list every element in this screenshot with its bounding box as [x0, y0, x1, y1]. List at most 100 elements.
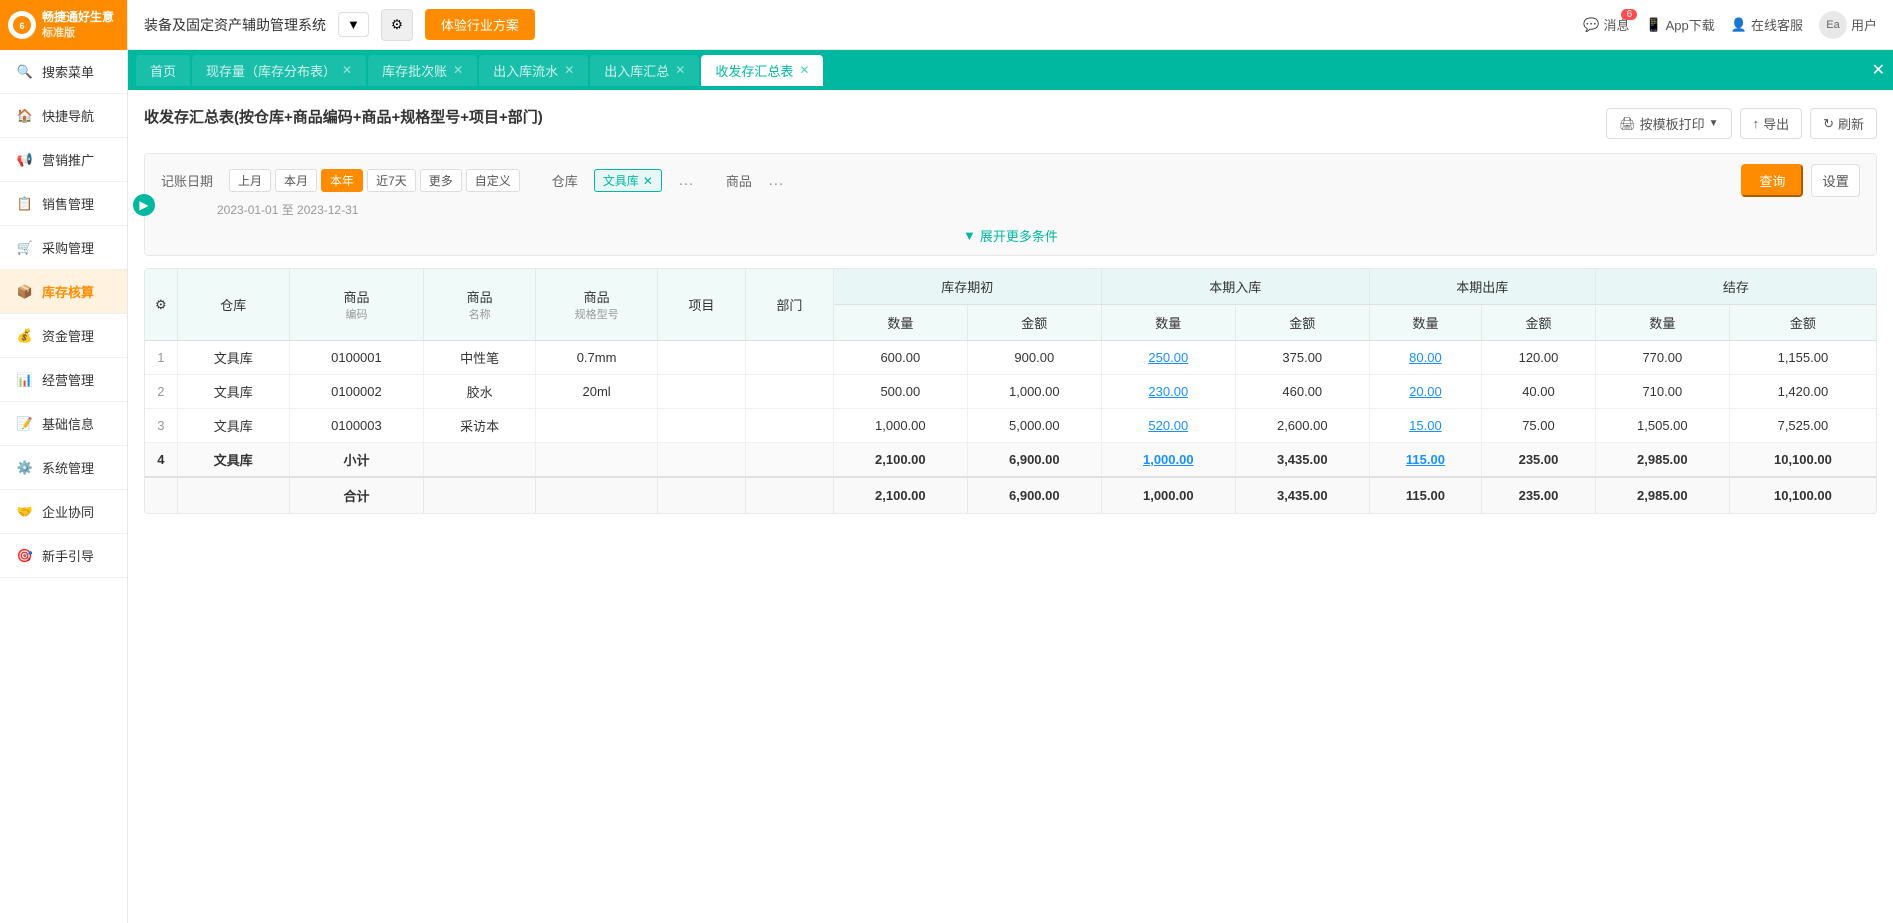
th-opening-qty: 数量: [833, 305, 967, 341]
total-opening-qty: 2,100.00: [833, 477, 967, 513]
sidebar-item-quick-nav[interactable]: 🏠 快捷导航: [0, 94, 127, 138]
total-label: 合计: [289, 477, 423, 513]
sidebar-item-system[interactable]: ⚙️ 系统管理: [0, 446, 127, 490]
app-title: 装备及固定资产辅助管理系统: [144, 15, 326, 35]
table-row: 1 文具库 0100001 中性笔 0.7mm 600.00 900.00 25…: [145, 341, 1876, 375]
tab-close-inventory-dist[interactable]: ✕: [342, 63, 352, 77]
row-warehouse-2: 文具库: [177, 375, 289, 409]
tab-batch[interactable]: 库存批次账 ✕: [368, 55, 477, 86]
warehouse-label: 仓库: [552, 171, 578, 190]
sidebar-item-enterprise[interactable]: 🤝 企业协同: [0, 490, 127, 534]
tab-inventory-dist[interactable]: 现存量（库存分布表） ✕: [192, 55, 366, 86]
top-header: 装备及固定资产辅助管理系统 ▼ ⚙ 体验行业方案 💬 消息 6 📱 App下载 …: [128, 0, 1893, 50]
total-balance-qty: 2,985.00: [1595, 477, 1729, 513]
date-range-display: 2023-01-01 至 2023-12-31: [217, 203, 358, 217]
purchase-icon: 🛒: [16, 239, 34, 257]
sidebar-item-sales[interactable]: 📋 销售管理: [0, 182, 127, 226]
sidebar-item-marketing[interactable]: 📢 营销推广: [0, 138, 127, 182]
app-download-action[interactable]: 📱 App下载: [1645, 15, 1714, 34]
sidebar-logo: 6 畅捷通好生意 标准版: [0, 0, 127, 50]
sidebar-item-search[interactable]: 🔍 搜索菜单: [0, 50, 127, 94]
goods-ellipsis[interactable]: …: [768, 172, 784, 190]
subtotal-in-qty[interactable]: 1,000.00: [1101, 443, 1235, 478]
table-wrapper: ⚙ 仓库 商品编码 商品名称 商品规格型号 项目 部门 库存期初 本期入库 本期…: [144, 268, 1877, 514]
th-opening-amt: 金额: [967, 305, 1101, 341]
subtotal-out-qty[interactable]: 115.00: [1369, 443, 1481, 478]
sidebar-item-finance[interactable]: 💰 资金管理: [0, 314, 127, 358]
row-opening-qty-2: 500.00: [833, 375, 967, 409]
total-opening-amt: 6,900.00: [967, 477, 1101, 513]
filter-expand-arrow[interactable]: ▶: [133, 194, 155, 216]
tabs-close-all[interactable]: ✕: [1872, 60, 1885, 80]
goods-label: 商品: [726, 171, 752, 190]
sidebar-item-basic[interactable]: 📝 基础信息: [0, 402, 127, 446]
date-btn-last-month[interactable]: 上月: [229, 169, 271, 192]
subtotal-balance-amt: 10,100.00: [1729, 443, 1876, 478]
row-spec-1: 0.7mm: [536, 341, 658, 375]
tab-inout-flow[interactable]: 出入库流水 ✕: [479, 55, 588, 86]
th-warehouse: 仓库: [177, 269, 289, 341]
print-btn[interactable]: 🖨 按模板打印 ▼: [1606, 108, 1731, 139]
date-btn-this-month[interactable]: 本月: [275, 169, 317, 192]
settings-button[interactable]: ⚙: [381, 9, 413, 41]
tab-close-inout-flow[interactable]: ✕: [564, 63, 574, 77]
row-out-qty-3[interactable]: 15.00: [1369, 409, 1481, 443]
operation-icon: 📊: [16, 371, 34, 389]
sales-icon: 📋: [16, 195, 34, 213]
header-left: 装备及固定资产辅助管理系统 ▼ ⚙ 体验行业方案: [144, 9, 535, 41]
row-out-amt-2: 40.00: [1482, 375, 1596, 409]
experience-button[interactable]: 体验行业方案: [425, 9, 535, 40]
row-out-qty-1[interactable]: 80.00: [1369, 341, 1481, 375]
finance-icon: 💰: [16, 327, 34, 345]
date-btn-more[interactable]: 更多: [420, 169, 462, 192]
total-out-qty: 115.00: [1369, 477, 1481, 513]
warehouse-ellipsis[interactable]: …: [678, 172, 694, 190]
row-opening-qty-1: 600.00: [833, 341, 967, 375]
expand-more-btn[interactable]: ▼ 展开更多条件: [963, 226, 1058, 245]
row-in-qty-1[interactable]: 250.00: [1101, 341, 1235, 375]
row-balance-amt-3: 7,525.00: [1729, 409, 1876, 443]
date-shortcuts: 上月 本月 本年 近7天 更多 自定义: [229, 169, 520, 192]
user-action[interactable]: Ea 用户: [1819, 11, 1877, 39]
row-spec-2: 20ml: [536, 375, 658, 409]
date-btn-this-year[interactable]: 本年: [321, 169, 363, 192]
row-in-amt-1: 375.00: [1235, 341, 1369, 375]
tab-close-inout-summary[interactable]: ✕: [675, 63, 685, 77]
subtotal-warehouse: 文具库: [177, 443, 289, 478]
sidebar-item-guide[interactable]: 🎯 新手引导: [0, 534, 127, 578]
refresh-btn[interactable]: ↻ 刷新: [1810, 108, 1877, 139]
row-code-2: 0100002: [289, 375, 423, 409]
row-warehouse-1: 文具库: [177, 341, 289, 375]
message-action[interactable]: 💬 消息 6: [1583, 15, 1629, 34]
tab-close-batch[interactable]: ✕: [453, 63, 463, 77]
tab-home[interactable]: 首页: [136, 55, 190, 86]
row-balance-amt-1: 1,155.00: [1729, 341, 1876, 375]
svg-text:6: 6: [19, 21, 24, 31]
tab-close-recv-send[interactable]: ✕: [799, 63, 809, 77]
total-out-amt: 235.00: [1482, 477, 1596, 513]
subtotal-num: 4: [145, 443, 177, 478]
app-title-dropdown[interactable]: ▼: [338, 12, 369, 37]
sidebar-item-operation[interactable]: 📊 经营管理: [0, 358, 127, 402]
subtotal-in-amt: 3,435.00: [1235, 443, 1369, 478]
warehouse-tag-close[interactable]: ✕: [643, 174, 653, 188]
table-settings-btn[interactable]: 设置: [1811, 164, 1860, 197]
sidebar: 6 畅捷通好生意 标准版 🔍 搜索菜单 🏠 快捷导航 📢 营销推广 📋 销售管理…: [0, 0, 128, 923]
row-out-qty-2[interactable]: 20.00: [1369, 375, 1481, 409]
sidebar-item-purchase[interactable]: 🛒 采购管理: [0, 226, 127, 270]
row-in-qty-2[interactable]: 230.00: [1101, 375, 1235, 409]
date-btn-custom[interactable]: 自定义: [466, 169, 520, 192]
sidebar-item-inventory[interactable]: 📦 库存核算: [0, 270, 127, 314]
online-service-action[interactable]: 👤 在线客服: [1731, 15, 1803, 34]
row-balance-qty-2: 710.00: [1595, 375, 1729, 409]
query-btn[interactable]: 查询: [1741, 164, 1803, 197]
tab-recv-send[interactable]: 收发存汇总表 ✕: [701, 55, 823, 86]
row-opening-qty-3: 1,000.00: [833, 409, 967, 443]
row-opening-amt-2: 1,000.00: [967, 375, 1101, 409]
date-btn-7days[interactable]: 近7天: [367, 169, 416, 192]
export-btn[interactable]: ↑ 导出: [1740, 108, 1803, 139]
th-period-in: 本期入库: [1101, 269, 1369, 305]
subtotal-balance-qty: 2,985.00: [1595, 443, 1729, 478]
row-in-qty-3[interactable]: 520.00: [1101, 409, 1235, 443]
tab-inout-summary[interactable]: 出入库汇总 ✕: [590, 55, 699, 86]
